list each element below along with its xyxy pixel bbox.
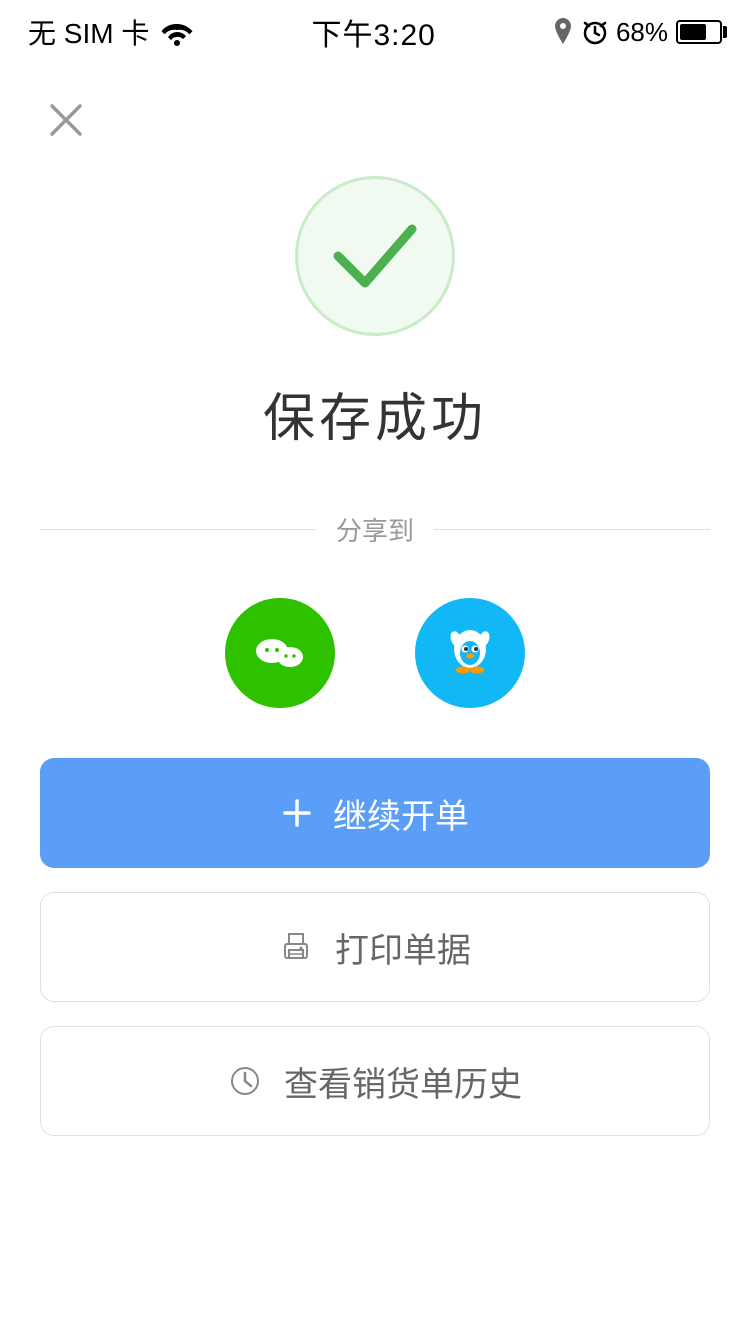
sim-text: 无 SIM 卡 <box>28 12 149 52</box>
share-qq-button[interactable] <box>415 598 525 708</box>
status-left: 无 SIM 卡 <box>28 12 195 52</box>
continue-button[interactable]: 继续开单 <box>40 758 710 868</box>
status-bar: 无 SIM 卡 下午3:20 68% <box>0 0 750 64</box>
plus-icon <box>281 797 313 829</box>
share-icons-row <box>40 598 710 708</box>
print-button[interactable]: 打印单据 <box>40 892 710 1002</box>
continue-label: 继续开单 <box>333 789 469 838</box>
divider-left <box>40 529 316 530</box>
wifi-icon <box>159 18 195 46</box>
close-button[interactable] <box>40 94 92 146</box>
history-label: 查看销货单历史 <box>284 1057 522 1106</box>
history-icon <box>228 1064 262 1098</box>
battery-indicator <box>676 20 722 44</box>
status-right: 68% <box>552 17 722 48</box>
location-icon <box>552 18 574 46</box>
divider-right <box>434 529 710 530</box>
checkmark-icon <box>330 221 420 291</box>
success-title: 保存成功 <box>263 376 487 451</box>
success-section: 保存成功 <box>0 156 750 491</box>
share-wechat-button[interactable] <box>225 598 335 708</box>
wechat-icon <box>246 619 314 687</box>
close-btn-container <box>0 64 750 156</box>
share-section: 分享到 <box>0 511 750 708</box>
share-label: 分享到 <box>336 511 414 548</box>
actions-section: 继续开单 打印单据 查看销货单历史 <box>0 708 750 1176</box>
alarm-icon <box>582 18 608 46</box>
print-label: 打印单据 <box>335 923 471 972</box>
close-icon <box>48 102 84 138</box>
status-time: 下午3:20 <box>311 10 435 54</box>
history-button[interactable]: 查看销货单历史 <box>40 1026 710 1136</box>
share-divider: 分享到 <box>40 511 710 548</box>
battery-text: 68% <box>616 17 668 48</box>
print-icon <box>279 930 313 964</box>
qq-icon <box>436 619 504 687</box>
check-circle <box>295 176 455 336</box>
